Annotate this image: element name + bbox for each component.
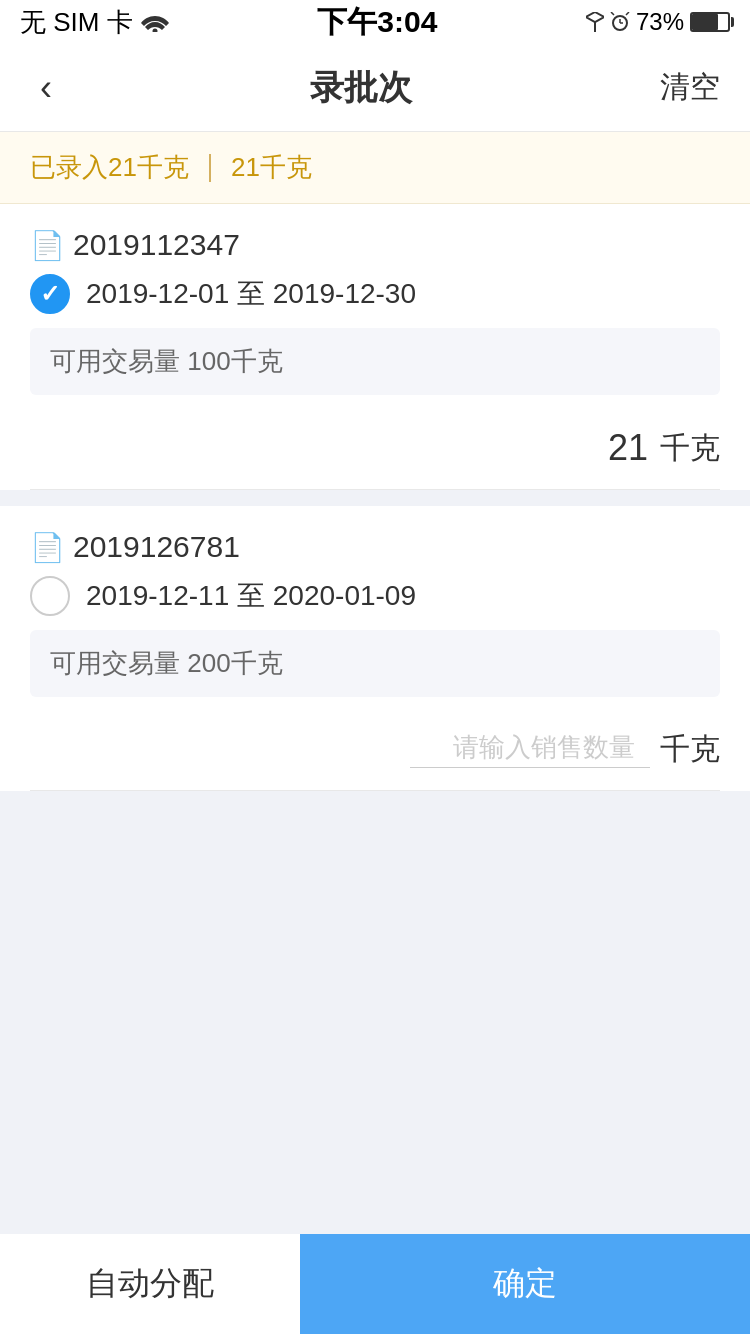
battery-icon	[690, 12, 730, 32]
card-separator-1	[0, 490, 750, 506]
batch-2-header: 📄 2019126781	[30, 530, 720, 564]
recorded-value: 21千克	[231, 150, 312, 185]
batch-1-date: 2019-12-01 至 2019-12-30	[86, 275, 416, 313]
batch-1-check: ✓	[40, 280, 60, 308]
content-filler	[0, 791, 750, 1271]
wifi-icon	[141, 12, 169, 32]
svg-point-0	[152, 29, 157, 33]
clear-button[interactable]: 清空	[660, 67, 720, 108]
nav-bar: ‹ 录批次 清空	[0, 44, 750, 132]
batch-1-available: 可用交易量 100千克	[30, 328, 720, 395]
batch-1-quantity-row: 21 千克	[30, 411, 720, 490]
back-button[interactable]: ‹	[30, 57, 62, 119]
batch-2-available: 可用交易量 200千克	[30, 630, 720, 697]
status-time: 下午3:04	[317, 2, 437, 43]
battery-percent: 73%	[636, 8, 684, 36]
batch-2-id: 2019126781	[73, 530, 240, 564]
batch-1-date-row[interactable]: ✓ 2019-12-01 至 2019-12-30	[30, 274, 720, 314]
batch-2-date: 2019-12-11 至 2020-01-09	[86, 577, 416, 615]
batch-card-2: 📄 2019126781 2019-12-11 至 2020-01-09 可用交…	[0, 506, 750, 791]
auto-distribute-button[interactable]: 自动分配	[0, 1234, 300, 1334]
batch-1-header: 📄 2019112347	[30, 228, 720, 262]
quantity-input[interactable]	[410, 731, 650, 763]
batch-2-input-row[interactable]: 千克	[30, 713, 720, 791]
svg-line-6	[626, 12, 629, 15]
banner-divider	[209, 154, 211, 182]
battery-fill	[692, 14, 718, 30]
batch-1-icon: 📄	[30, 229, 65, 262]
batch-1-quantity-unit: 千克	[660, 428, 720, 469]
batch-2-icon: 📄	[30, 531, 65, 564]
alarm-icon	[610, 12, 630, 32]
recorded-label: 已录入21千克	[30, 150, 189, 185]
batch-card-1: 📄 2019112347 ✓ 2019-12-01 至 2019-12-30 可…	[0, 204, 750, 490]
quantity-input-wrapper[interactable]	[410, 731, 650, 768]
batch-1-quantity-value: 21	[608, 427, 648, 469]
location-icon	[586, 12, 604, 32]
status-left: 无 SIM 卡	[20, 5, 169, 40]
batch-2-unit: 千克	[660, 729, 720, 770]
batch-2-radio[interactable]	[30, 576, 70, 616]
svg-line-5	[611, 12, 614, 15]
info-banner: 已录入21千克 21千克	[0, 132, 750, 204]
bottom-bar: 自动分配 确定	[0, 1234, 750, 1334]
batch-1-id: 2019112347	[73, 228, 240, 262]
batch-1-radio[interactable]: ✓	[30, 274, 70, 314]
status-right: 73%	[586, 8, 730, 36]
confirm-button[interactable]: 确定	[300, 1234, 750, 1334]
batch-2-date-row[interactable]: 2019-12-11 至 2020-01-09	[30, 576, 720, 616]
no-sim-text: 无 SIM 卡	[20, 5, 133, 40]
status-bar: 无 SIM 卡 下午3:04 73%	[0, 0, 750, 44]
page-title: 录批次	[310, 65, 412, 111]
